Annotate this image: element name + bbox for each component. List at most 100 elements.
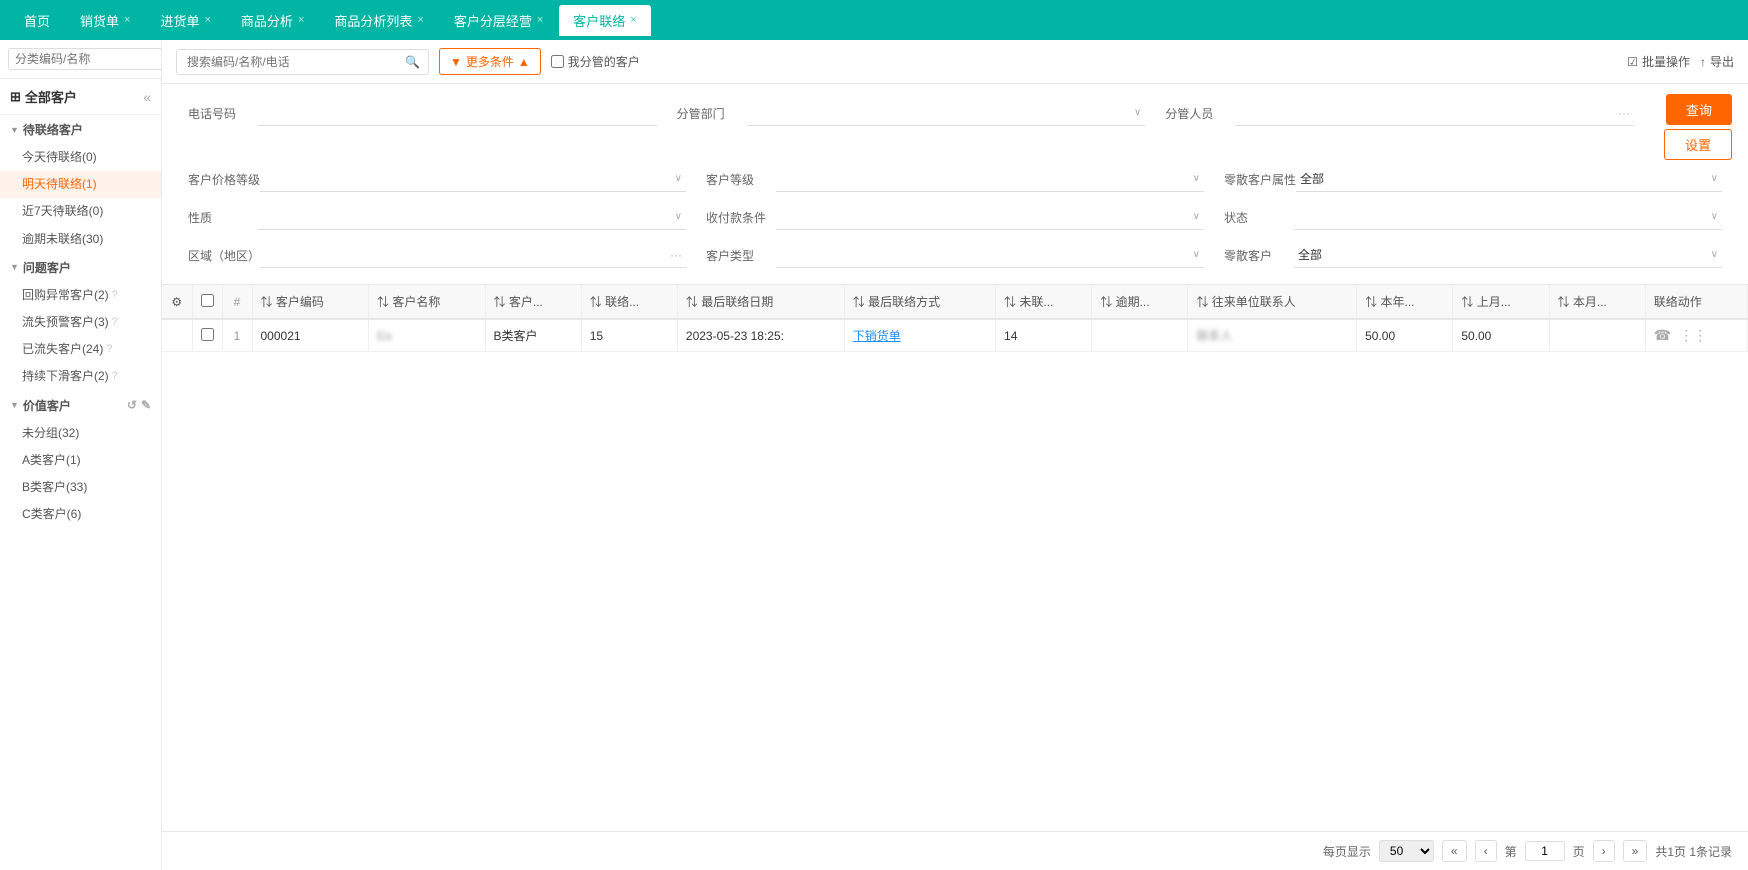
query-button[interactable]: 查询 [1666,94,1732,125]
col-year-sort-icon: ⇅ [1365,295,1377,309]
status-label: 状态 [1224,209,1294,226]
customer-type-chevron-icon: ∨ [1193,249,1200,260]
dept-select[interactable]: ∨ [747,100,1146,126]
export-button[interactable]: ↑ 导出 [1700,53,1734,70]
col-last-month[interactable]: ⇅ 上月... [1453,285,1549,319]
sidebar-item-ungrouped[interactable]: 未分组(32) [0,420,161,447]
set-button[interactable]: 设置 [1664,129,1732,160]
phone-input[interactable] [262,106,653,120]
search-icon[interactable]: 🔍 [397,50,428,74]
payment-select[interactable]: ∨ [776,204,1204,230]
row-more-action-icon[interactable]: ⋮⋮ [1679,327,1707,344]
sidebar-item-class-a[interactable]: A类客户(1) [0,447,161,474]
col-last-contact-date[interactable]: ⇅ 最后联络日期 [677,285,844,319]
status-select[interactable]: ∨ [1294,204,1722,230]
col-last-contact-method[interactable]: ⇅ 最后联络方式 [844,285,995,319]
close-goods-list-icon[interactable]: × [417,14,423,26]
page-number-input[interactable] [1525,841,1565,861]
my-customer-checkbox[interactable] [551,55,564,68]
row-actions-cell: ☎ ⋮⋮ [1645,319,1747,352]
nav-sales[interactable]: 销货单 × [66,5,144,36]
region-select[interactable]: ··· [260,242,686,268]
col-this-year[interactable]: ⇅ 本年... [1357,285,1453,319]
nav-customer-contact[interactable]: 客户联络 × [559,5,650,36]
scatter-attr-select[interactable]: 全部 ∨ [1296,166,1722,192]
close-goods-analysis-icon[interactable]: × [298,14,304,26]
scatter-customer-label: 零散客户 [1224,247,1294,264]
sidebar-item-today[interactable]: 今天待联络(0) [0,144,161,171]
sidebar-item-abnormal[interactable]: 回购异常客户(2) ? [0,282,161,309]
sidebar: 🔍 ⊞ 全部客户 « ▼ 待联络客户 今天待联络(0) 明天待联络(1) 近7天… [0,40,162,870]
sidebar-item-class-c[interactable]: C类客户(6) [0,501,161,528]
filter-payment: 收付款条件 ∨ [696,198,1214,236]
col-last-month-sort-icon: ⇅ [1461,295,1473,309]
toolbar: 🔍 ▼ 更多条件 ▲ 我分管的客户 ☑ 批量操作 ↑ 导出 [162,40,1748,84]
gear-icon[interactable]: ⚙ [171,295,182,309]
sidebar-item-tomorrow[interactable]: 明天待联络(1) [0,171,161,198]
nature-select[interactable]: ∨ [258,204,686,230]
sidebar-item-warning[interactable]: 流失预警客户(3) ? [0,309,161,336]
select-all-checkbox[interactable] [201,294,214,307]
row-checkbox[interactable] [201,328,214,341]
group-pending-contact[interactable]: ▼ 待联络客户 [0,115,161,144]
search-input[interactable] [177,50,397,74]
first-page-button[interactable]: « [1442,840,1467,862]
row-contact-method-link[interactable]: 下销货单 [853,329,901,343]
today-label: 今天待联络(0) [22,148,97,167]
sidebar-item-declining[interactable]: 持续下滑客户(2) ? [0,363,161,390]
col-overdue[interactable]: ⇅ 逾期... [1092,285,1188,319]
customer-type-select[interactable]: ∨ [776,242,1204,268]
filter-customer-level: 客户等级 ∨ [696,160,1214,198]
tomorrow-label: 明天待联络(1) [22,175,97,194]
price-level-select[interactable]: ∨ [260,166,686,192]
nav-customer-layer[interactable]: 客户分层经营 × [440,5,557,36]
row-phone-action-icon[interactable]: ☎ [1654,327,1671,344]
value-refresh-icon[interactable]: ↺ [127,398,137,412]
nav-goods-analysis[interactable]: 商品分析 × [227,5,318,36]
col-customer-name[interactable]: ⇅ 客户名称 [369,285,486,319]
price-level-chevron-icon: ∨ [675,173,682,184]
scatter-customer-select[interactable]: 全部 ∨ [1294,242,1722,268]
group-problem-arrow: ▼ [10,262,19,272]
customer-level-select[interactable]: ∨ [776,166,1204,192]
page-unit: 页 [1573,843,1585,860]
sidebar-item-overdue[interactable]: 逾期未联络(30) [0,226,161,253]
sidebar-item-class-b[interactable]: B类客户(33) [0,474,161,501]
nav-purchase[interactable]: 进货单 × [146,5,224,36]
col-contact-person[interactable]: ⇅ 往来单位联系人 [1188,285,1357,319]
close-sales-icon[interactable]: × [124,14,130,26]
row-this-month-cell [1549,319,1645,352]
filter-actions: 查询 设置 [1654,94,1732,160]
nav-goods-list[interactable]: 商品分析列表 × [320,5,437,36]
filter-status: 状态 ∨ [1214,198,1732,236]
group-value-customers[interactable]: ▼ 价值客户 ↺ ✎ [0,391,161,420]
group-problem-customers[interactable]: ▼ 问题客户 [0,253,161,282]
col-contact-count[interactable]: ⇅ 联络... [581,285,677,319]
close-purchase-icon[interactable]: × [204,14,210,26]
sidebar-collapse-icon[interactable]: « [143,89,151,105]
col-customer-type[interactable]: ⇅ 客户... [485,285,581,319]
person-select[interactable]: ··· [1235,100,1634,126]
abnormal-label: 回购异常客户(2) [22,286,109,305]
person-dots-icon: ··· [1618,106,1630,120]
sidebar-item-week[interactable]: 近7天待联络(0) [0,198,161,225]
sidebar-search-input[interactable] [8,48,162,70]
col-uncontacted[interactable]: ⇅ 未联... [996,285,1092,319]
col-contact-sort-icon: ⇅ [590,295,602,309]
last-page-button[interactable]: » [1623,840,1648,862]
nav-home[interactable]: 首页 [10,5,64,36]
col-this-month[interactable]: ⇅ 本月... [1549,285,1645,319]
prev-page-button[interactable]: ‹ [1475,840,1497,862]
batch-label: 批量操作 [1642,53,1690,70]
value-edit-icon[interactable]: ✎ [141,398,151,412]
next-page-button[interactable]: › [1593,840,1615,862]
col-customer-code[interactable]: ⇅ 客户编码 [252,285,369,319]
more-filter-button[interactable]: ▼ 更多条件 ▲ [439,48,541,75]
close-customer-layer-icon[interactable]: × [537,14,543,26]
row-num-cell: 1 [222,319,252,352]
per-page-select[interactable]: 50 100 200 [1379,840,1434,862]
close-customer-contact-icon[interactable]: × [630,14,636,26]
batch-operation-button[interactable]: ☑ 批量操作 [1627,53,1690,70]
sidebar-item-lost[interactable]: 已流失客户(24) ? [0,336,161,363]
region-dots-icon: ··· [670,248,682,262]
